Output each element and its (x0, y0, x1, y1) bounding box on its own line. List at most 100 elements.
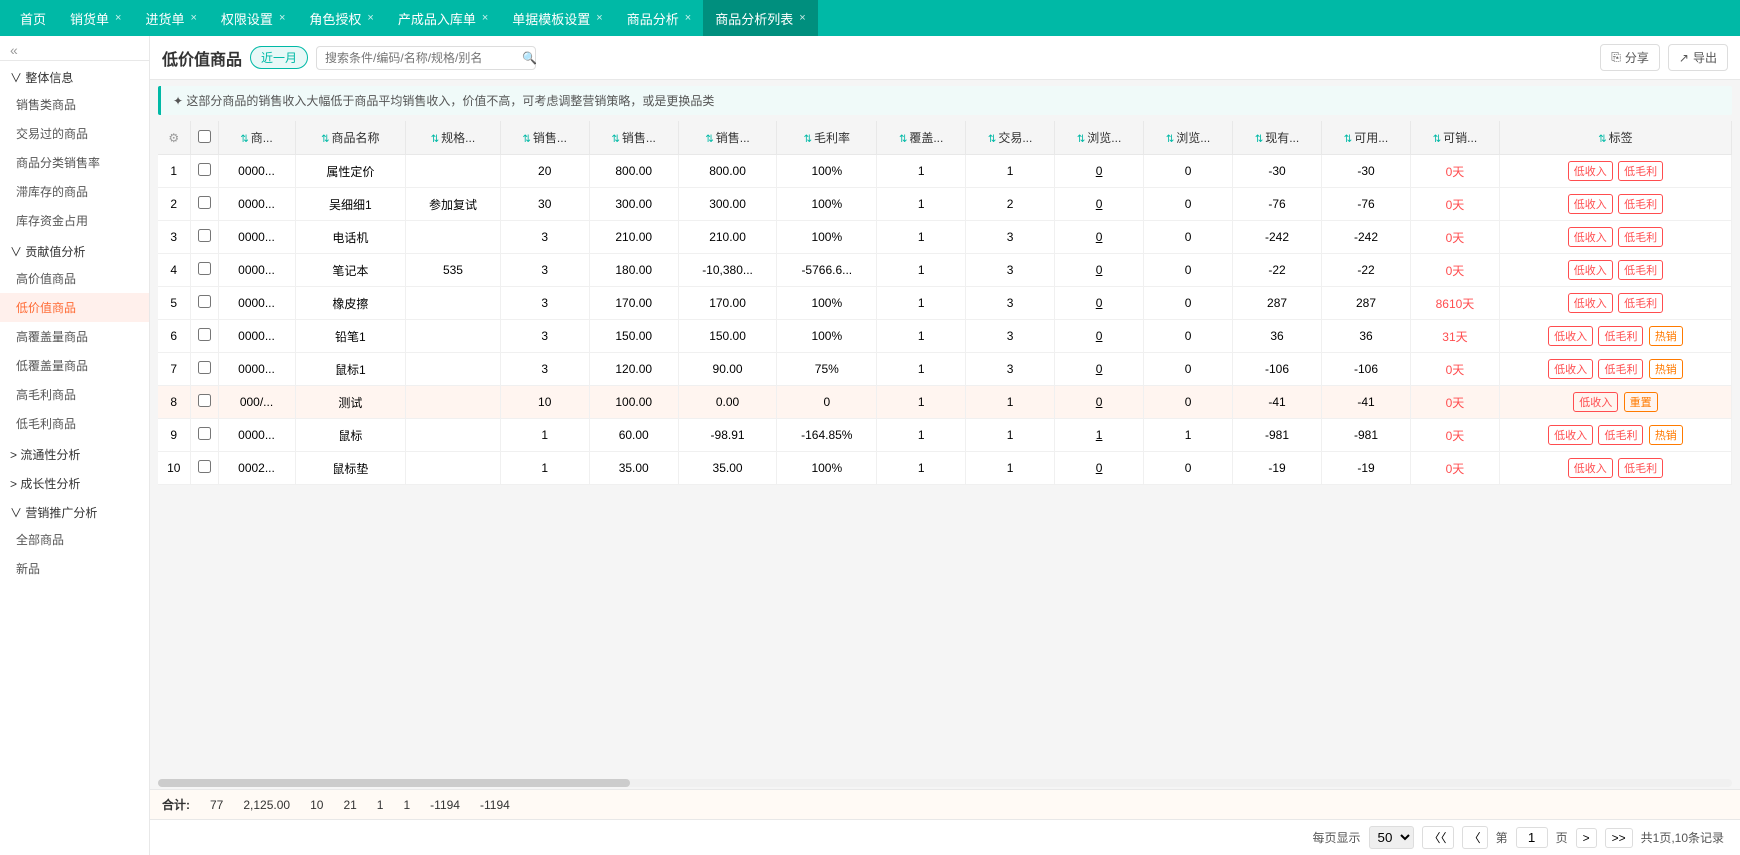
column-code[interactable]: ⇅商... (218, 121, 295, 155)
column-gear[interactable]: ⚙ (158, 121, 190, 155)
nav-analysis[interactable]: 商品分析 × (615, 0, 703, 36)
column-spec[interactable]: ⇅规格... (406, 121, 501, 155)
per-page-select[interactable]: 50 (1369, 826, 1414, 849)
column-browse2[interactable]: ⇅浏览... (1144, 121, 1233, 155)
close-permissions-icon[interactable]: × (279, 12, 285, 24)
column-name[interactable]: ⇅商品名称 (295, 121, 406, 155)
cell-checkbox[interactable] (190, 287, 218, 320)
search-input[interactable] (316, 46, 536, 70)
cell-checkbox[interactable] (190, 155, 218, 188)
cell-browse1[interactable]: 0 (1055, 221, 1144, 254)
sidebar-group-title-contribution[interactable]: ∨ 贡献值分析 (0, 235, 149, 264)
cell-browse1[interactable]: 0 (1055, 188, 1144, 221)
cell-browse1[interactable]: 0 (1055, 320, 1144, 353)
first-page-button[interactable]: 〈〈 (1422, 826, 1454, 849)
row-checkbox[interactable] (198, 196, 211, 209)
row-checkbox[interactable] (198, 460, 211, 473)
select-all-checkbox[interactable] (198, 130, 211, 143)
sidebar-item-all-products[interactable]: 全部商品 (0, 525, 149, 554)
column-sales-amount[interactable]: ⇅销售... (678, 121, 777, 155)
cell-checkbox[interactable] (190, 221, 218, 254)
cell-browse1[interactable]: 0 (1055, 386, 1144, 419)
close-purchase-icon[interactable]: × (190, 12, 196, 24)
sidebar-item-inventory-capital[interactable]: 库存资金占用 (0, 206, 149, 235)
cell-checkbox[interactable] (190, 353, 218, 386)
close-analysis-list-icon[interactable]: × (799, 12, 805, 24)
row-checkbox[interactable] (198, 229, 211, 242)
nav-sales[interactable]: 销货单 × (58, 0, 133, 36)
cell-checkbox[interactable] (190, 188, 218, 221)
sidebar-item-low-coverage[interactable]: 低覆盖量商品 (0, 351, 149, 380)
cell-browse1[interactable]: 0 (1055, 287, 1144, 320)
cell-browse1[interactable]: 0 (1055, 353, 1144, 386)
time-tab-button[interactable]: 近一月 (250, 46, 308, 69)
sidebar-group-title-marketing[interactable]: ∨ 营销推广分析 (0, 496, 149, 525)
cell-checkbox[interactable] (190, 320, 218, 353)
column-sales-price[interactable]: ⇅销售... (589, 121, 678, 155)
cell-checkbox[interactable] (190, 254, 218, 287)
cell-browse1[interactable]: 0 (1055, 254, 1144, 287)
column-checkbox[interactable] (190, 121, 218, 155)
column-sales-qty[interactable]: ⇅销售... (500, 121, 589, 155)
row-checkbox[interactable] (198, 394, 211, 407)
cell-browse1[interactable]: 1 (1055, 419, 1144, 452)
sidebar-group-title-growth[interactable]: > 成长性分析 (0, 467, 149, 496)
browse-link[interactable]: 0 (1096, 296, 1103, 310)
scrollbar-thumb[interactable] (158, 779, 630, 787)
sidebar-item-new-products[interactable]: 新品 (0, 554, 149, 583)
column-sellable[interactable]: ⇅可销... (1410, 121, 1499, 155)
row-checkbox[interactable] (198, 163, 211, 176)
browse-link[interactable]: 0 (1096, 263, 1103, 277)
next-page-button[interactable]: > (1576, 828, 1597, 848)
row-checkbox[interactable] (198, 328, 211, 341)
sidebar-item-slow-inventory[interactable]: 滞库存的商品 (0, 177, 149, 206)
nav-inventory[interactable]: 产成品入库单 × (386, 0, 500, 36)
cell-checkbox[interactable] (190, 419, 218, 452)
column-coverage[interactable]: ⇅覆盖... (877, 121, 966, 155)
browse-link[interactable]: 0 (1096, 230, 1103, 244)
sidebar-item-low-value[interactable]: 低价值商品 (0, 293, 149, 322)
sidebar-item-high-margin[interactable]: 高毛利商品 (0, 380, 149, 409)
close-template-icon[interactable]: × (596, 12, 602, 24)
column-browse1[interactable]: ⇅浏览... (1055, 121, 1144, 155)
close-roles-icon[interactable]: × (367, 12, 373, 24)
column-current[interactable]: ⇅现有... (1233, 121, 1322, 155)
nav-template[interactable]: 单据模板设置 × (500, 0, 614, 36)
row-checkbox[interactable] (198, 427, 211, 440)
nav-purchase[interactable]: 进货单 × (133, 0, 208, 36)
nav-permissions[interactable]: 权限设置 × (209, 0, 297, 36)
sidebar-item-category-rate[interactable]: 商品分类销售率 (0, 148, 149, 177)
column-tags[interactable]: ⇅标签 (1499, 121, 1731, 155)
row-checkbox[interactable] (198, 295, 211, 308)
nav-analysis-list[interactable]: 商品分析列表 × (703, 0, 817, 36)
sidebar-item-sales-products[interactable]: 销售类商品 (0, 90, 149, 119)
browse-link[interactable]: 0 (1096, 329, 1103, 343)
sidebar-item-high-coverage[interactable]: 高覆盖量商品 (0, 322, 149, 351)
cell-browse1[interactable]: 0 (1055, 452, 1144, 485)
sidebar-item-low-margin[interactable]: 低毛利商品 (0, 409, 149, 438)
browse-link[interactable]: 1 (1096, 428, 1103, 442)
browse-link[interactable]: 0 (1096, 197, 1103, 211)
row-checkbox[interactable] (198, 361, 211, 374)
cell-checkbox[interactable] (190, 452, 218, 485)
sidebar-collapse-button[interactable]: « (6, 42, 22, 58)
table-container[interactable]: ⚙ ⇅商... ⇅商品名称 ⇅规格... ⇅销售... ⇅销售... ⇅销售..… (158, 121, 1732, 777)
browse-link[interactable]: 0 (1096, 164, 1103, 178)
sidebar-item-traded-products[interactable]: 交易过的商品 (0, 119, 149, 148)
sidebar-group-title-circulation[interactable]: > 流通性分析 (0, 438, 149, 467)
row-checkbox[interactable] (198, 262, 211, 275)
browse-link[interactable]: 0 (1096, 362, 1103, 376)
sidebar-item-high-value[interactable]: 高价值商品 (0, 264, 149, 293)
column-available[interactable]: ⇅可用... (1322, 121, 1411, 155)
nav-home[interactable]: 首页 (8, 0, 58, 36)
cell-checkbox[interactable] (190, 386, 218, 419)
sidebar-group-title-overall[interactable]: ∨ 整体信息 (0, 61, 149, 90)
column-gross-rate[interactable]: ⇅毛利率 (777, 121, 877, 155)
nav-roles[interactable]: 角色授权 × (297, 0, 385, 36)
close-sales-icon[interactable]: × (115, 12, 121, 24)
column-deal[interactable]: ⇅交易... (966, 121, 1055, 155)
close-analysis-icon[interactable]: × (685, 12, 691, 24)
browse-link[interactable]: 0 (1096, 461, 1103, 475)
export-button[interactable]: ↗ 导出 (1668, 44, 1728, 71)
share-button[interactable]: ⎘ 分享 (1600, 44, 1660, 71)
